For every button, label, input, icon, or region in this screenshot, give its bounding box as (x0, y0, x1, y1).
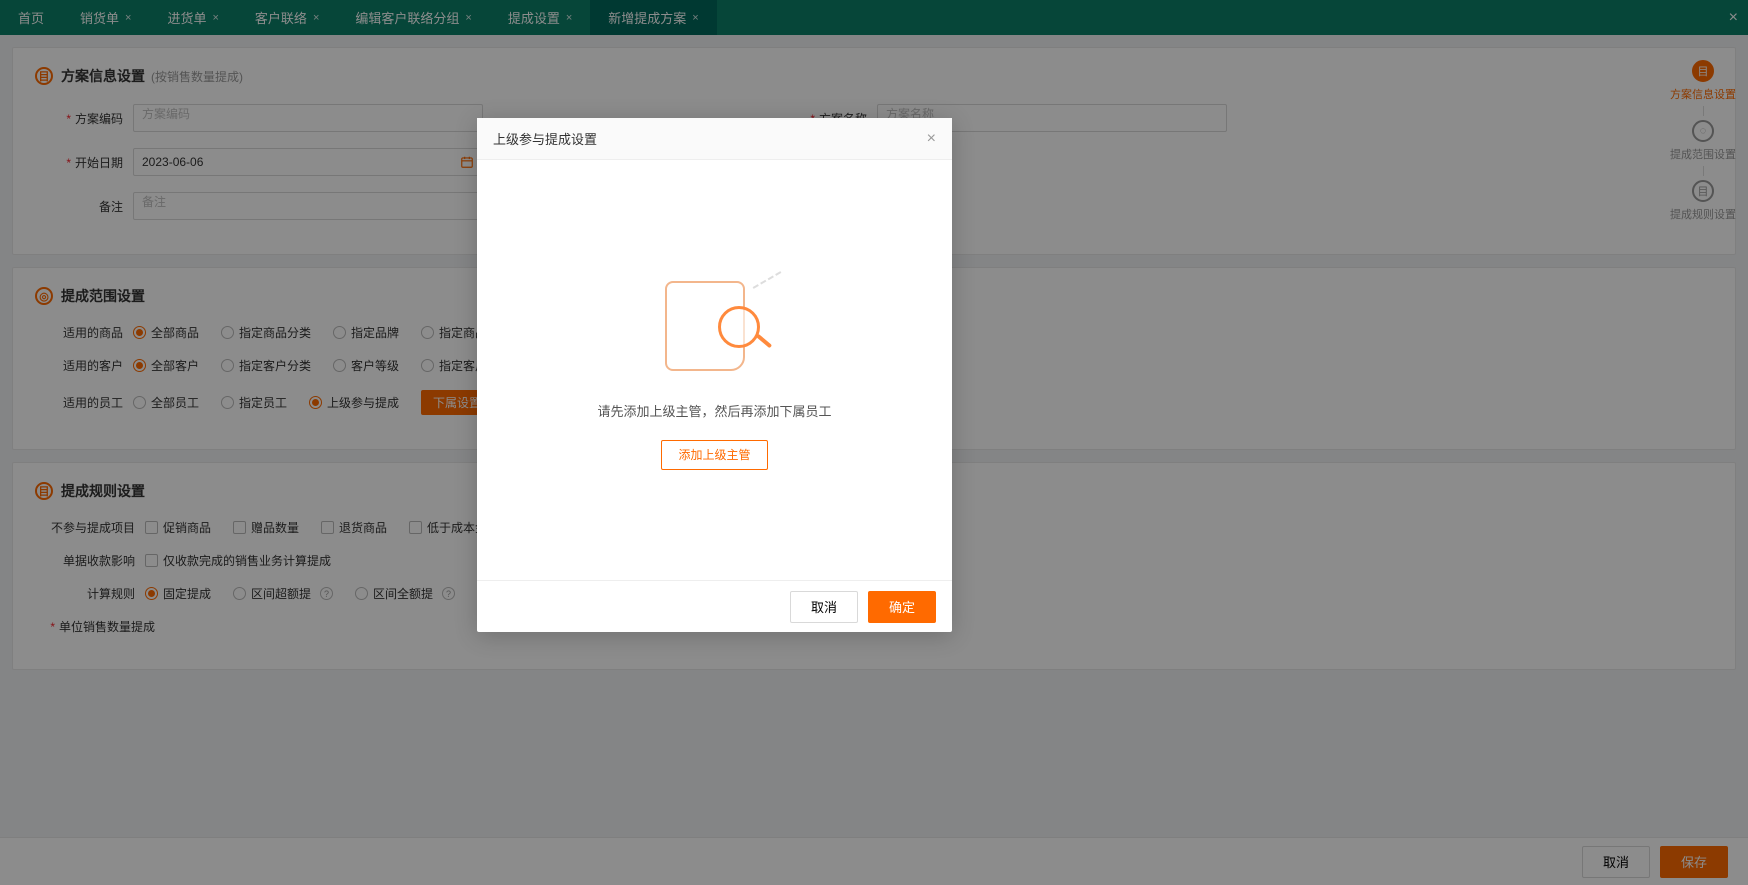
modal-message: 请先添加上级主管，然后再添加下属员工 (597, 401, 831, 420)
modal-title: 上级参与提成设置 (493, 129, 597, 148)
modal-ok-button[interactable]: 确定 (868, 591, 936, 623)
close-icon[interactable]: × (927, 130, 936, 148)
add-superior-button[interactable]: 添加上级主管 (661, 440, 767, 470)
empty-illustration (655, 271, 775, 381)
modal-cancel-button[interactable]: 取消 (790, 591, 858, 623)
superior-commission-modal: 上级参与提成设置 × 请先添加上级主管，然后再添加下属员工 添加上级主管 取消 … (477, 118, 952, 632)
